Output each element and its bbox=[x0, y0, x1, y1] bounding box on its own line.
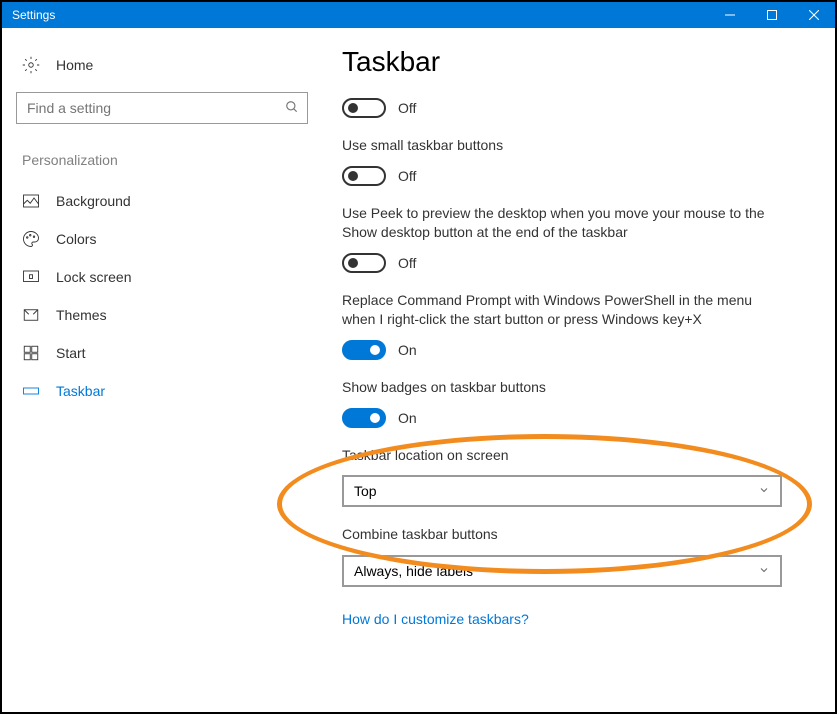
maximize-button[interactable] bbox=[751, 2, 793, 28]
chevron-down-icon bbox=[758, 563, 770, 579]
minimize-button[interactable] bbox=[709, 2, 751, 28]
nav-label: Background bbox=[56, 193, 131, 209]
main-panel: Taskbar Off Use small taskbar buttons Of… bbox=[322, 28, 835, 712]
nav-colors[interactable]: Colors bbox=[16, 220, 308, 258]
nav-lock-screen[interactable]: Lock screen bbox=[16, 258, 308, 296]
search-input[interactable] bbox=[16, 92, 308, 124]
label-powershell: Replace Command Prompt with Windows Powe… bbox=[342, 291, 772, 330]
nav-label: Taskbar bbox=[56, 383, 105, 399]
nav-label: Start bbox=[56, 345, 86, 361]
lock-screen-icon bbox=[22, 268, 40, 286]
close-button[interactable] bbox=[793, 2, 835, 28]
nav-home-label: Home bbox=[56, 57, 93, 73]
search-box bbox=[16, 92, 308, 124]
sidebar: Home Personalization Background Colors L… bbox=[2, 28, 322, 712]
window-controls bbox=[709, 2, 835, 28]
content: Home Personalization Background Colors L… bbox=[2, 28, 835, 712]
toggle-powershell[interactable] bbox=[342, 340, 386, 360]
toggle-small-buttons[interactable] bbox=[342, 166, 386, 186]
nav-label: Themes bbox=[56, 307, 107, 323]
toggle-1[interactable] bbox=[342, 98, 386, 118]
nav-home[interactable]: Home bbox=[16, 46, 308, 84]
dropdown-location-value: Top bbox=[354, 483, 377, 499]
nav-taskbar[interactable]: Taskbar bbox=[16, 372, 308, 410]
toggle-small-state: Off bbox=[398, 168, 416, 184]
toggle-peek-state: Off bbox=[398, 255, 416, 271]
start-icon bbox=[22, 344, 40, 362]
label-small-buttons: Use small taskbar buttons bbox=[342, 136, 772, 156]
titlebar: Settings bbox=[2, 2, 835, 28]
nav-background[interactable]: Background bbox=[16, 182, 308, 220]
dropdown-combine-value: Always, hide labels bbox=[354, 563, 473, 579]
dropdown-combine[interactable]: Always, hide labels bbox=[342, 555, 782, 587]
label-combine: Combine taskbar buttons bbox=[342, 525, 772, 545]
search-icon bbox=[285, 100, 299, 119]
nav-themes[interactable]: Themes bbox=[16, 296, 308, 334]
themes-icon bbox=[22, 306, 40, 324]
dropdown-location[interactable]: Top bbox=[342, 475, 782, 507]
taskbar-icon bbox=[22, 382, 40, 400]
palette-icon bbox=[22, 230, 40, 248]
nav-label: Colors bbox=[56, 231, 96, 247]
gear-icon bbox=[22, 56, 40, 74]
picture-icon bbox=[22, 192, 40, 210]
section-title: Personalization bbox=[16, 146, 308, 174]
help-link[interactable]: How do I customize taskbars? bbox=[342, 611, 529, 627]
nav-start[interactable]: Start bbox=[16, 334, 308, 372]
page-title: Taskbar bbox=[342, 46, 799, 78]
label-badges: Show badges on taskbar buttons bbox=[342, 378, 772, 398]
label-location: Taskbar location on screen bbox=[342, 446, 772, 466]
chevron-down-icon bbox=[758, 483, 770, 499]
toggle-powershell-state: On bbox=[398, 342, 417, 358]
label-peek: Use Peek to preview the desktop when you… bbox=[342, 204, 772, 243]
toggle-1-state: Off bbox=[398, 100, 416, 116]
toggle-peek[interactable] bbox=[342, 253, 386, 273]
nav-label: Lock screen bbox=[56, 269, 131, 285]
toggle-badges-state: On bbox=[398, 410, 417, 426]
window-title: Settings bbox=[12, 8, 55, 22]
toggle-badges[interactable] bbox=[342, 408, 386, 428]
